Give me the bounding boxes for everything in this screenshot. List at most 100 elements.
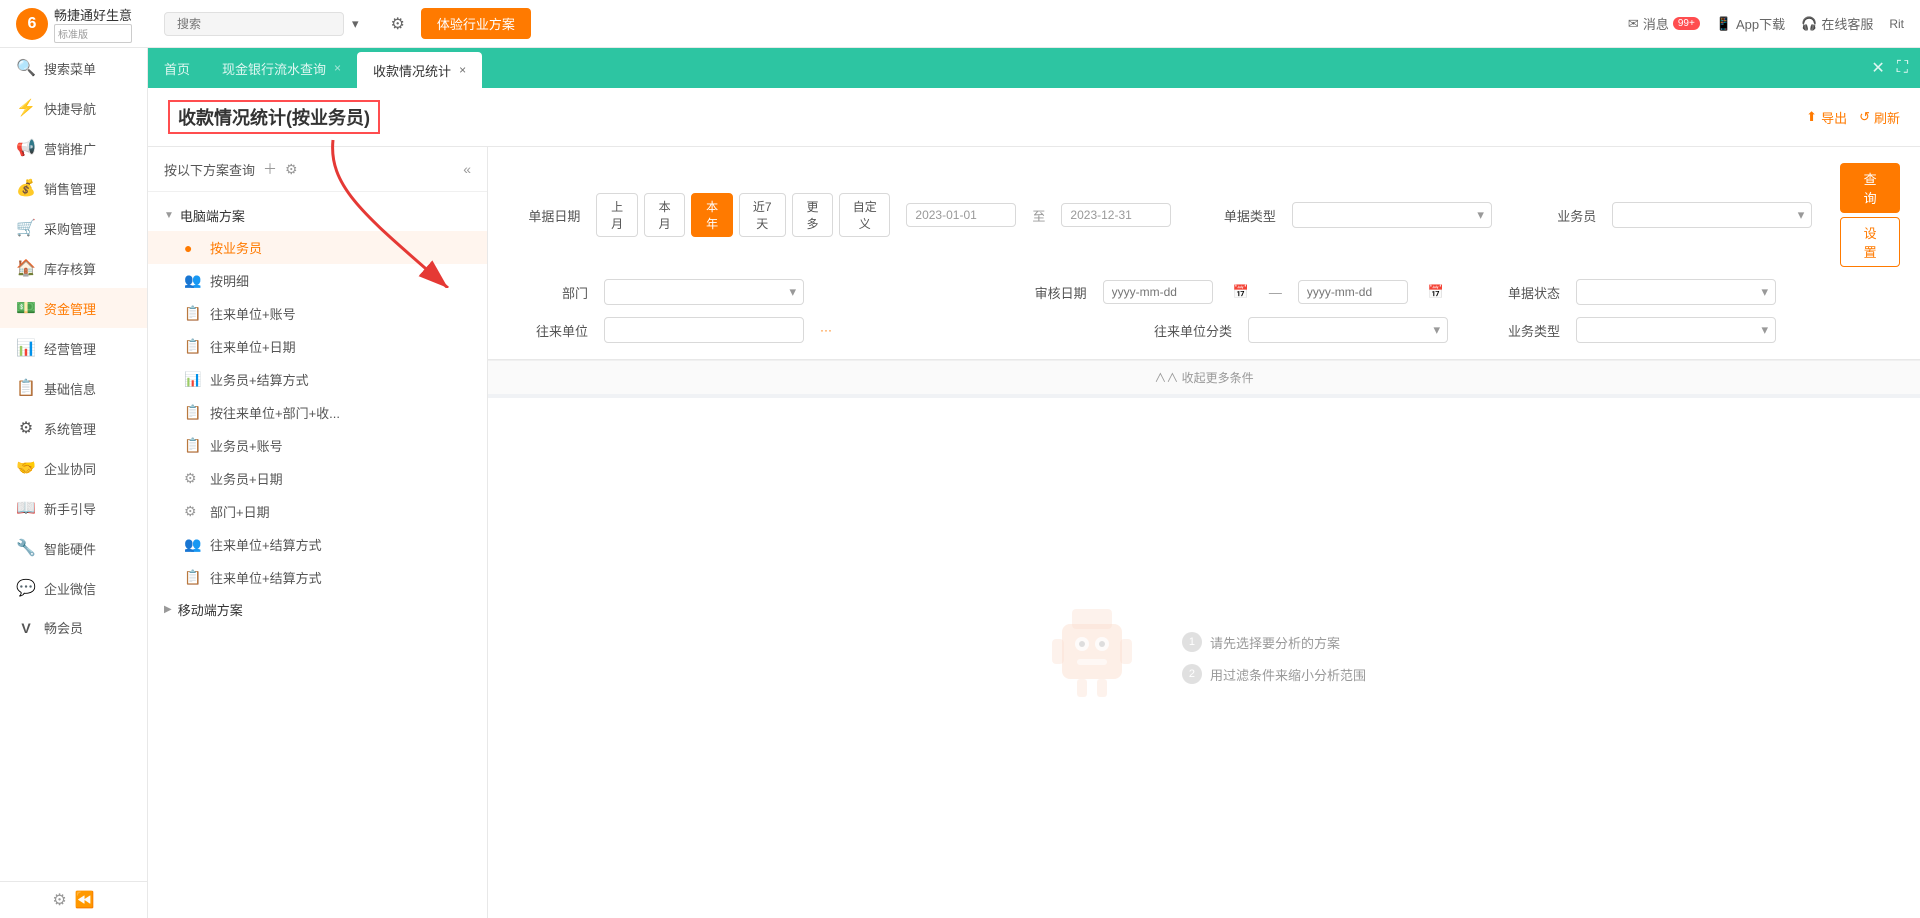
- sidebar-item-quick-nav[interactable]: ⚡ 快捷导航: [0, 88, 147, 128]
- sidebar-item-label: 智能硬件: [44, 539, 96, 558]
- settings-button[interactable]: 设置: [1840, 217, 1900, 267]
- audit-to-input[interactable]: [1298, 280, 1408, 304]
- date-btn-last-month[interactable]: 上月: [596, 193, 637, 237]
- collapse-label: 收起更多条件: [1182, 371, 1254, 385]
- manage-scheme-icon[interactable]: ⚙: [285, 161, 298, 178]
- scheme-icon-partner-account: 📋: [184, 305, 202, 322]
- collapse-bar[interactable]: ∧∧ 收起更多条件: [488, 360, 1920, 394]
- sidebar-item-member[interactable]: V 畅会员: [0, 608, 147, 647]
- tree-group-mobile[interactable]: ▶ 移动端方案: [148, 594, 487, 625]
- trial-button[interactable]: 体验行业方案: [421, 8, 531, 39]
- date-to-input[interactable]: 2023-12-31: [1061, 203, 1171, 227]
- scheme-item-salesman[interactable]: ● 按业务员: [148, 231, 487, 264]
- audit-from-input[interactable]: [1103, 280, 1213, 304]
- sidebar-item-finance[interactable]: 💵 资金管理: [0, 288, 147, 328]
- header-search-input[interactable]: [164, 12, 344, 36]
- biz-type-select[interactable]: [1576, 317, 1776, 343]
- scheme-item-salesman-date[interactable]: ⚙ 业务员+日期: [148, 462, 487, 495]
- tab-bank-flow[interactable]: 现金银行流水查询 ×: [206, 48, 357, 88]
- tab-home[interactable]: 首页: [148, 48, 206, 88]
- tab-collection-stats[interactable]: 收款情况统计 ×: [357, 52, 482, 88]
- hardware-icon: 🔧: [16, 538, 36, 558]
- tree-arrow-icon: ▼: [164, 210, 174, 221]
- sidebar-item-label: 新手引导: [44, 499, 96, 518]
- salesman-input[interactable]: [1612, 202, 1812, 228]
- sidebar-item-purchase[interactable]: 🛒 采购管理: [0, 208, 147, 248]
- filter-row-3: 往来单位 ··· 往来单位分类 业务类型: [508, 317, 1900, 343]
- date-btn-more[interactable]: 更多: [792, 193, 833, 237]
- logo-area: 6 畅捷通好生意 标准版: [16, 5, 164, 43]
- sidebar-item-guide[interactable]: 📖 新手引导: [0, 488, 147, 528]
- messages-button[interactable]: ✉ 消息 99+: [1628, 14, 1700, 33]
- type-select[interactable]: [1292, 202, 1492, 228]
- date-label: 单据日期: [508, 206, 580, 225]
- sidebar-item-label: 经营管理: [44, 339, 96, 358]
- user-avatar[interactable]: Rit: [1889, 17, 1904, 31]
- partner-category-select[interactable]: [1248, 317, 1448, 343]
- date-from-input[interactable]: 2023-01-01: [906, 203, 1016, 227]
- settings-bottom-icon[interactable]: ⚙: [52, 890, 66, 910]
- collapse-panel-icon[interactable]: «: [463, 161, 471, 177]
- sidebar-item-hardware[interactable]: 🔧 智能硬件: [0, 528, 147, 568]
- tab-bank-flow-close[interactable]: ×: [334, 61, 341, 75]
- sidebar-item-inventory[interactable]: 🏠 库存核算: [0, 248, 147, 288]
- messages-label: 消息: [1643, 14, 1669, 33]
- logo-icon: 6: [16, 8, 48, 40]
- scheme-item-partner-account[interactable]: 📋 往来单位+账号: [148, 297, 487, 330]
- tip-item-1: 1 请先选择要分析的方案: [1182, 632, 1366, 652]
- add-scheme-icon[interactable]: ＋: [263, 159, 277, 179]
- online-service-button[interactable]: 🎧 在线客服: [1801, 14, 1873, 33]
- tab-fullscreen-icon[interactable]: ⛶: [1897, 59, 1908, 77]
- refresh-icon: ↺: [1859, 109, 1870, 125]
- refresh-button[interactable]: ↺ 刷新: [1859, 108, 1900, 127]
- settings-icon[interactable]: ⚙: [391, 14, 405, 34]
- sidebar-item-system[interactable]: ⚙ 系统管理: [0, 408, 147, 448]
- scheme-icon-salesman-method: 📊: [184, 371, 202, 388]
- tree-group-desktop[interactable]: ▼ 电脑端方案: [148, 200, 487, 231]
- scheme-item-salesman-method[interactable]: 📊 业务员+结算方式: [148, 363, 487, 396]
- scheme-item-partner-settle2[interactable]: 📋 往来单位+结算方式: [148, 561, 487, 594]
- sidebar-item-enterprise[interactable]: 🤝 企业协同: [0, 448, 147, 488]
- scheme-item-dept-date[interactable]: ⚙ 部门+日期: [148, 495, 487, 528]
- sidebar-item-basic-info[interactable]: 📋 基础信息: [0, 368, 147, 408]
- dept-select[interactable]: [604, 279, 804, 305]
- scheme-label-partner-settle1: 往来单位+结算方式: [210, 535, 322, 554]
- scheme-icon-dept-date: ⚙: [184, 503, 202, 520]
- doc-status-label: 单据状态: [1480, 283, 1560, 302]
- scheme-item-detail[interactable]: 👥 按明细: [148, 264, 487, 297]
- scheme-icon-salesman-date: ⚙: [184, 470, 202, 487]
- partner-more-button[interactable]: ···: [820, 323, 832, 337]
- export-button[interactable]: ⬆ 导出: [1806, 108, 1847, 127]
- scheme-item-partner-settle1[interactable]: 👥 往来单位+结算方式: [148, 528, 487, 561]
- tab-close-all-icon[interactable]: ✕: [1871, 58, 1884, 78]
- scheme-item-salesman-account[interactable]: 📋 业务员+账号: [148, 429, 487, 462]
- tab-collection-stats-close[interactable]: ×: [459, 63, 466, 77]
- home-tab-label: 首页: [164, 59, 190, 78]
- header-dropdown-arrow[interactable]: ▾: [352, 16, 359, 32]
- filter-row-1: 单据日期 上月 本月 本年 近7天 更多 自定义 2023-01-01 至 20…: [508, 163, 1900, 267]
- date-btn-this-year[interactable]: 本年: [691, 193, 732, 237]
- scheme-item-partner-date[interactable]: 📋 往来单位+日期: [148, 330, 487, 363]
- sidebar-item-marketing[interactable]: 📢 营销推广: [0, 128, 147, 168]
- date-btn-this-month[interactable]: 本月: [644, 193, 685, 237]
- collapse-sidebar-icon[interactable]: ⏪: [75, 890, 95, 910]
- doc-status-select[interactable]: [1576, 279, 1776, 305]
- date-btn-custom[interactable]: 自定义: [839, 193, 890, 237]
- search-icon: 🔍: [16, 58, 36, 78]
- sidebar-item-wechat[interactable]: 💬 企业微信: [0, 568, 147, 608]
- query-button[interactable]: 查询: [1840, 163, 1900, 213]
- phone-icon: 📱: [1716, 16, 1732, 32]
- partner-input[interactable]: [604, 317, 804, 343]
- doc-status-select-wrap: [1576, 279, 1776, 305]
- date-btn-7days[interactable]: 近7天: [739, 193, 786, 237]
- sidebar-item-search[interactable]: 🔍 搜索菜单: [0, 48, 147, 88]
- app-download-button[interactable]: 📱 App下载: [1716, 14, 1785, 33]
- collection-stats-tab-label: 收款情况统计: [373, 61, 451, 80]
- scheme-icon-partner-dept: 📋: [184, 404, 202, 421]
- messages-badge: 99+: [1673, 17, 1700, 30]
- sidebar-item-management[interactable]: 📊 经营管理: [0, 328, 147, 368]
- tip-num-2: 2: [1182, 664, 1202, 684]
- management-icon: 📊: [16, 338, 36, 358]
- sidebar-item-sales[interactable]: 💰 销售管理: [0, 168, 147, 208]
- scheme-item-partner-dept[interactable]: 📋 按往来单位+部门+收...: [148, 396, 487, 429]
